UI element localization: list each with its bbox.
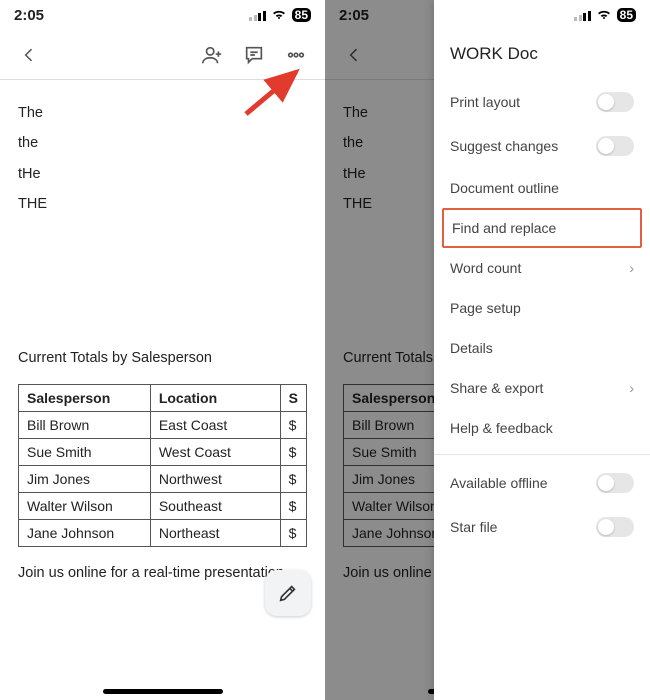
menu-item-help-feedback[interactable]: Help & feedback (434, 408, 650, 448)
menu-item-label: Suggest changes (450, 138, 558, 154)
status-bar: 2:05 85 (0, 0, 325, 30)
wifi-icon (271, 9, 287, 21)
menu-item-find-and-replace[interactable]: Find and replace (442, 208, 642, 248)
chevron-right-icon: › (629, 380, 634, 396)
menu-item-suggest-changes[interactable]: Suggest changes (434, 124, 650, 168)
menu-items: Print layout Suggest changes Document outl… (434, 80, 650, 549)
menu-item-label: Page setup (450, 300, 521, 316)
toggle-switch[interactable] (596, 517, 634, 537)
signal-icon (574, 9, 591, 21)
col-header: Location (150, 384, 280, 411)
table-header-row: Salesperson Location S (19, 384, 307, 411)
toolbar (0, 30, 325, 80)
text-line: The (18, 98, 307, 128)
table-row: Bill BrownEast Coast$ (19, 411, 307, 438)
footer-text: Join us online for a real-time presentat… (18, 565, 307, 581)
signal-icon (249, 9, 266, 21)
status-icons: 85 (249, 8, 311, 22)
battery-icon: 85 (617, 8, 636, 22)
screenshot-left: 2:05 85 The the tHe THE (0, 0, 325, 700)
menu-item-details[interactable]: Details (434, 328, 650, 368)
menu-item-page-setup[interactable]: Page setup (434, 288, 650, 328)
table-row: Jim JonesNorthwest$ (19, 465, 307, 492)
menu-item-label: Word count (450, 260, 521, 276)
col-header: S (280, 384, 306, 411)
toggle-switch[interactable] (596, 136, 634, 156)
overflow-menu: 85 WORK Doc Print layout Suggest changes D… (434, 0, 650, 700)
back-button[interactable] (10, 36, 48, 74)
menu-item-label: Share & export (450, 380, 543, 396)
menu-item-print-layout[interactable]: Print layout (434, 80, 650, 124)
section-title: Current Totals by Salesperson (18, 350, 307, 366)
status-icons: 85 (574, 8, 636, 22)
toggle-switch[interactable] (596, 473, 634, 493)
toggle-switch[interactable] (596, 92, 634, 112)
menu-item-star-file[interactable]: Star file (434, 505, 650, 549)
menu-item-label: Document outline (450, 180, 559, 196)
col-header: Salesperson (19, 384, 151, 411)
wifi-icon (596, 9, 612, 21)
menu-item-label: Print layout (450, 94, 520, 110)
pencil-icon (277, 582, 299, 604)
menu-item-label: Details (450, 340, 493, 356)
menu-item-label: Find and replace (452, 220, 556, 236)
table-row: Jane JohnsonNortheast$ (19, 519, 307, 546)
home-indicator (103, 689, 223, 694)
add-person-button[interactable] (193, 36, 231, 74)
sales-table: Salesperson Location S Bill BrownEast Co… (18, 384, 307, 547)
text-line: the (18, 128, 307, 158)
menu-item-document-outline[interactable]: Document outline (434, 168, 650, 208)
text-line: tHe (18, 159, 307, 189)
table-row: Sue SmithWest Coast$ (19, 438, 307, 465)
menu-item-label: Help & feedback (450, 420, 553, 436)
table-row: Walter WilsonSoutheast$ (19, 492, 307, 519)
battery-icon: 85 (292, 8, 311, 22)
menu-item-available-offline[interactable]: Available offline (434, 461, 650, 505)
menu-item-label: Available offline (450, 475, 548, 491)
table-body: Bill BrownEast Coast$Sue SmithWest Coast… (19, 411, 307, 546)
chevron-right-icon: › (629, 260, 634, 276)
text-line: THE (18, 189, 307, 219)
screenshot-right: 2:05 The the tHe THE Current Totals by S… (325, 0, 650, 700)
menu-title: WORK Doc (434, 30, 650, 80)
menu-item-word-count[interactable]: Word count › (434, 248, 650, 288)
app-screen: 2:05 85 The the tHe THE (0, 0, 325, 700)
menu-item-share-export[interactable]: Share & export › (434, 368, 650, 408)
comments-button[interactable] (235, 36, 273, 74)
document-body: The the tHe THE Current Totals by Salesp… (0, 80, 325, 599)
menu-item-label: Star file (450, 519, 497, 535)
clock: 2:05 (14, 7, 44, 24)
status-bar: 85 (434, 0, 650, 30)
edit-fab[interactable] (265, 570, 311, 616)
more-button[interactable] (277, 36, 315, 74)
menu-divider (434, 454, 650, 455)
word-list: The the tHe THE (18, 98, 307, 220)
